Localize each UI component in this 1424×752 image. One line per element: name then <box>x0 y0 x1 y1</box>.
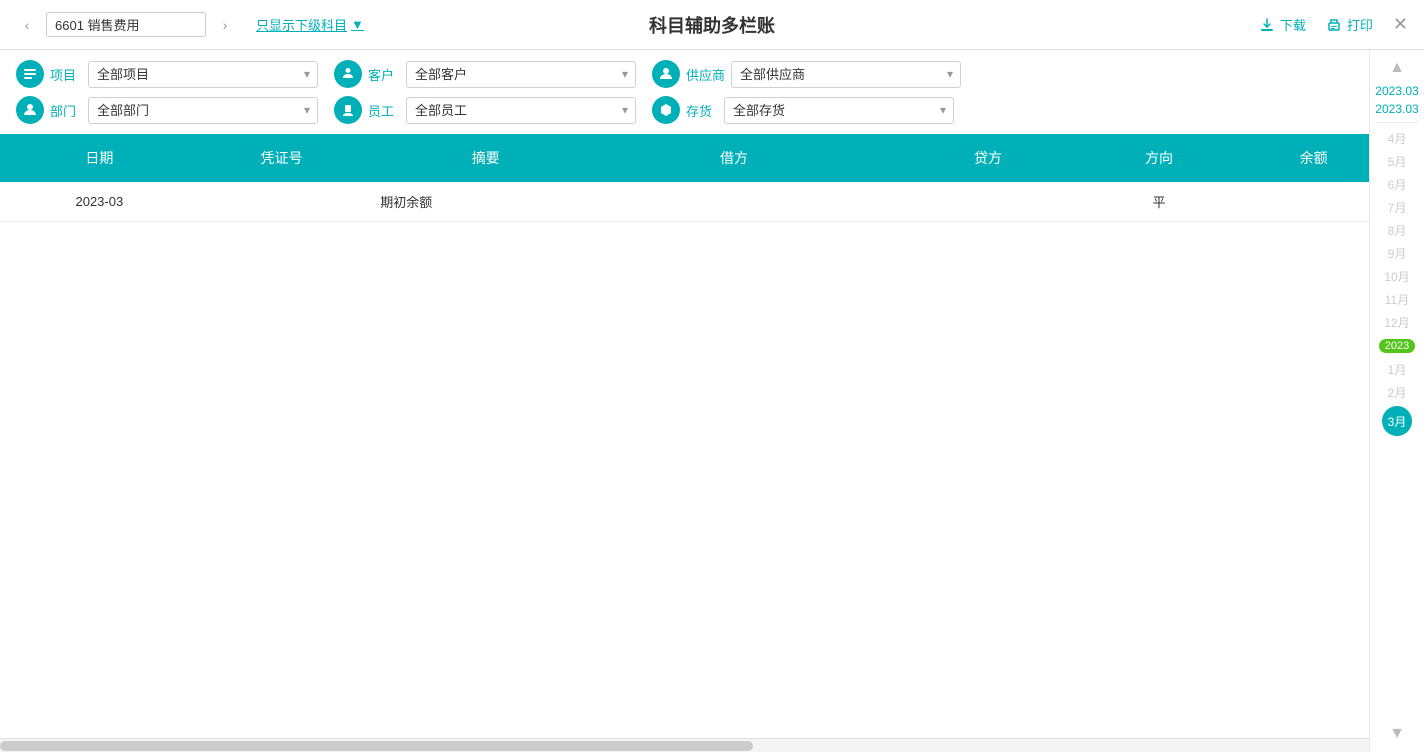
month-12[interactable]: 12月 <box>1384 311 1409 334</box>
project-label: 项目 <box>50 65 82 84</box>
project-icon <box>16 60 44 88</box>
show-sub-label[interactable]: 只显示下级科目 ▼ <box>256 15 364 34</box>
inventory-select[interactable]: 全部存货 <box>724 97 954 124</box>
year-badge-wrapper: 2023 <box>1379 337 1415 355</box>
year-badge[interactable]: 2023 <box>1379 339 1415 353</box>
title-bar-right: 下载 打印 ✕ <box>1259 14 1408 35</box>
employee-select-wrapper: 全部员工 <box>406 97 636 124</box>
table-header-row: 日期 凭证号 摘要 借方 贷方 方向 余额 <box>0 134 1424 182</box>
employee-select[interactable]: 全部员工 <box>406 97 636 124</box>
inventory-select-wrapper: 全部存货 <box>724 97 954 124</box>
customer-label: 客户 <box>368 65 400 84</box>
filter-row-2: 部门 全部部门 员工 全部员工 <box>16 96 1408 124</box>
cell-debit <box>607 182 861 222</box>
download-button[interactable]: 下载 <box>1259 15 1306 34</box>
month-11[interactable]: 11月 <box>1385 288 1409 311</box>
supplier-select[interactable]: 全部供应商 <box>731 61 961 88</box>
close-button[interactable]: ✕ <box>1393 14 1408 35</box>
department-select-wrapper: 全部部门 <box>88 97 318 124</box>
data-table: 日期 凭证号 摘要 借方 贷方 方向 余额 2023-03 期初余额 平 <box>0 134 1424 222</box>
right-panel: ▲ 2023.03 2023.03 4月 5月 6月 7月 8月 9月 10月 … <box>1369 50 1424 752</box>
filter-customer: 客户 全部客户 <box>334 60 636 88</box>
col-date: 日期 <box>0 134 199 182</box>
month-9[interactable]: 9月 <box>1388 242 1407 265</box>
dropdown-icon: ▼ <box>351 17 364 32</box>
inventory-icon <box>652 96 680 124</box>
col-voucher: 凭证号 <box>199 134 365 182</box>
supplier-icon <box>652 60 680 88</box>
period-top-2[interactable]: 2023.03 <box>1375 100 1418 118</box>
cell-credit <box>861 182 1115 222</box>
col-debit: 借方 <box>607 134 861 182</box>
table-row: 2023-03 期初余额 平 <box>0 182 1424 222</box>
account-code-input[interactable] <box>46 12 206 37</box>
main-window: ‹ › 只显示下级科目 ▼ 科目辅助多栏账 下载 <box>0 0 1424 752</box>
employee-label: 员工 <box>368 101 400 120</box>
project-select-wrapper: 全部项目 <box>88 61 318 88</box>
customer-icon <box>334 60 362 88</box>
month-2[interactable]: 2月 <box>1388 381 1407 404</box>
page-title: 科目辅助多栏账 <box>649 12 775 38</box>
month-6[interactable]: 6月 <box>1388 173 1407 196</box>
title-bar: ‹ › 只显示下级科目 ▼ 科目辅助多栏账 下载 <box>0 0 1424 50</box>
horizontal-scrollbar[interactable] <box>0 738 1369 752</box>
divider-1 <box>1375 122 1418 123</box>
filter-supplier: 供应商 全部供应商 <box>652 60 961 88</box>
filter-row-1: 项目 全部项目 客户 全部客户 <box>16 60 1408 88</box>
inventory-label: 存货 <box>686 101 718 120</box>
cell-voucher <box>199 182 365 222</box>
cell-summary: 期初余额 <box>364 182 607 222</box>
title-bar-left: ‹ › 只显示下级科目 ▼ <box>16 12 364 37</box>
cell-date: 2023-03 <box>0 182 199 222</box>
print-icon <box>1326 17 1342 33</box>
project-select[interactable]: 全部项目 <box>88 61 318 88</box>
filter-section: 项目 全部项目 客户 全部客户 <box>0 50 1424 134</box>
customer-select[interactable]: 全部客户 <box>406 61 636 88</box>
month-8[interactable]: 8月 <box>1388 219 1407 242</box>
month-3-active[interactable]: 3月 <box>1382 406 1412 436</box>
month-4[interactable]: 4月 <box>1388 127 1407 150</box>
col-summary: 摘要 <box>364 134 607 182</box>
supplier-label: 供应商 <box>686 65 725 84</box>
panel-up-arrow[interactable]: ▲ <box>1383 54 1411 82</box>
panel-down-arrow[interactable]: ▼ <box>1383 720 1411 748</box>
department-icon <box>16 96 44 124</box>
filter-inventory: 存货 全部存货 <box>652 96 954 124</box>
cell-direction: 平 <box>1115 182 1203 222</box>
supplier-select-wrapper: 全部供应商 <box>731 61 961 88</box>
department-label: 部门 <box>50 101 82 120</box>
next-account-button[interactable]: › <box>214 14 236 36</box>
month-7[interactable]: 7月 <box>1388 196 1407 219</box>
employee-icon <box>334 96 362 124</box>
period-top-1[interactable]: 2023.03 <box>1375 82 1418 100</box>
download-icon <box>1259 17 1275 33</box>
scrollbar-thumb <box>0 741 753 751</box>
col-direction: 方向 <box>1115 134 1203 182</box>
month-10[interactable]: 10月 <box>1384 265 1409 288</box>
table-wrapper: 日期 凭证号 摘要 借方 贷方 方向 余额 2023-03 期初余额 平 <box>0 134 1424 752</box>
filter-project: 项目 全部项目 <box>16 60 318 88</box>
month-1[interactable]: 1月 <box>1388 358 1407 381</box>
filter-employee: 员工 全部员工 <box>334 96 636 124</box>
print-button[interactable]: 打印 <box>1326 15 1373 34</box>
prev-account-button[interactable]: ‹ <box>16 14 38 36</box>
month-5[interactable]: 5月 <box>1388 150 1407 173</box>
department-select[interactable]: 全部部门 <box>88 97 318 124</box>
col-credit: 贷方 <box>861 134 1115 182</box>
customer-select-wrapper: 全部客户 <box>406 61 636 88</box>
filter-department: 部门 全部部门 <box>16 96 318 124</box>
